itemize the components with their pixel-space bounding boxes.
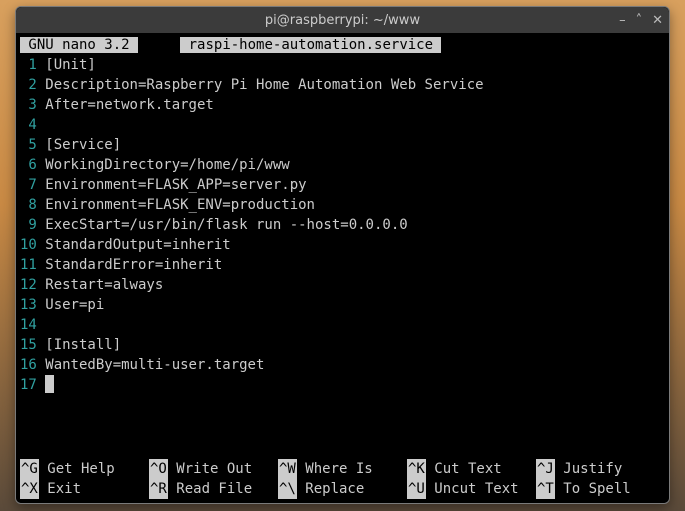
line-text[interactable]: Environment=FLASK_APP=server.py: [45, 175, 306, 195]
editor-line[interactable]: 11 StandardError=inherit: [20, 255, 665, 275]
line-text[interactable]: StandardError=inherit: [45, 255, 222, 275]
line-number: 8: [20, 195, 37, 215]
line-number: 3: [20, 95, 37, 115]
editor-line[interactable]: 16 WantedBy=multi-user.target: [20, 355, 665, 375]
help-key: ^K: [407, 459, 426, 479]
help-key: ^X: [20, 479, 39, 499]
line-text[interactable]: User=pi: [45, 295, 104, 315]
help-item[interactable]: ^U Uncut Text: [407, 479, 536, 499]
line-number: 7: [20, 175, 37, 195]
help-item[interactable]: ^X Exit: [20, 479, 149, 499]
help-label: Cut Text: [434, 459, 501, 479]
help-item[interactable]: ^K Cut Text: [407, 459, 536, 479]
help-label: Where Is: [305, 459, 372, 479]
line-number: 1: [20, 55, 37, 75]
line-number: 15: [20, 335, 37, 355]
help-label: Exit: [47, 479, 81, 499]
help-label: Replace: [305, 479, 364, 499]
line-text[interactable]: Restart=always: [45, 275, 163, 295]
line-number: 5: [20, 135, 37, 155]
line-text[interactable]: [Unit]: [45, 55, 96, 75]
help-key: ^W: [278, 459, 297, 479]
terminal-body[interactable]: GNU nano 3.2 raspi-home-automation.servi…: [16, 33, 669, 503]
line-number: 9: [20, 215, 37, 235]
editor-line[interactable]: 4: [20, 115, 665, 135]
help-label: Uncut Text: [434, 479, 518, 499]
line-text[interactable]: StandardOutput=inherit: [45, 235, 230, 255]
help-item[interactable]: ^\ Replace: [278, 479, 407, 499]
line-number: 2: [20, 75, 37, 95]
nano-header: GNU nano 3.2 raspi-home-automation.servi…: [20, 35, 665, 55]
editor-line[interactable]: 14: [20, 315, 665, 335]
line-number: 14: [20, 315, 37, 335]
help-label: Get Help: [47, 459, 114, 479]
line-number: 4: [20, 115, 37, 135]
maximize-icon[interactable]: ˄: [636, 14, 643, 27]
help-key: ^U: [407, 479, 426, 499]
help-item[interactable]: ^W Where Is: [278, 459, 407, 479]
line-number: 10: [20, 235, 37, 255]
editor-line[interactable]: 15 [Install]: [20, 335, 665, 355]
help-item[interactable]: ^J Justify: [536, 459, 665, 479]
help-key: ^T: [536, 479, 555, 499]
help-label: Justify: [563, 459, 622, 479]
help-label: Write Out: [176, 459, 252, 479]
editor-line[interactable]: 13 User=pi: [20, 295, 665, 315]
editor-line[interactable]: 5 [Service]: [20, 135, 665, 155]
line-text[interactable]: Environment=FLASK_ENV=production: [45, 195, 315, 215]
line-text[interactable]: WorkingDirectory=/home/pi/www: [45, 155, 289, 175]
editor-line[interactable]: 7 Environment=FLASK_APP=server.py: [20, 175, 665, 195]
line-number: 6: [20, 155, 37, 175]
help-key: ^J: [536, 459, 555, 479]
help-key: ^G: [20, 459, 39, 479]
line-number: 17: [20, 375, 37, 395]
editor-line[interactable]: 17: [20, 375, 665, 395]
line-number: 13: [20, 295, 37, 315]
editor-line[interactable]: 10 StandardOutput=inherit: [20, 235, 665, 255]
editor-content[interactable]: 1 [Unit] 2 Description=Raspberry Pi Home Au…: [20, 55, 665, 459]
help-key: ^\: [278, 479, 297, 499]
nano-version-label: GNU nano 3.2: [20, 37, 138, 53]
cursor: [45, 375, 53, 393]
help-key: ^R: [149, 479, 168, 499]
line-number: 16: [20, 355, 37, 375]
close-icon[interactable]: ✕: [652, 14, 663, 27]
line-text[interactable]: [Install]: [45, 335, 121, 355]
line-text[interactable]: ExecStart=/usr/bin/flask run --host=0.0.…: [45, 215, 407, 235]
window-controls: – ˄ ✕: [619, 14, 663, 27]
help-item[interactable]: ^O Write Out: [149, 459, 278, 479]
help-label: Read File: [176, 479, 252, 499]
help-item[interactable]: ^R Read File: [149, 479, 278, 499]
help-item[interactable]: ^T To Spell: [536, 479, 665, 499]
nano-filename: raspi-home-automation.service: [180, 37, 441, 53]
editor-line[interactable]: 1 [Unit]: [20, 55, 665, 75]
window-title: pi@raspberrypi: ~/www: [16, 13, 669, 28]
help-item[interactable]: ^G Get Help: [20, 459, 149, 479]
line-number: 12: [20, 275, 37, 295]
terminal-window: pi@raspberrypi: ~/www – ˄ ✕ GNU nano 3.2…: [15, 6, 670, 504]
line-text[interactable]: After=network.target: [45, 95, 214, 115]
minimize-icon[interactable]: –: [619, 14, 626, 27]
editor-line[interactable]: 8 Environment=FLASK_ENV=production: [20, 195, 665, 215]
line-text[interactable]: WantedBy=multi-user.target: [45, 355, 264, 375]
editor-line[interactable]: 9 ExecStart=/usr/bin/flask run --host=0.0…: [20, 215, 665, 235]
line-text[interactable]: Description=Raspberry Pi Home Automation…: [45, 75, 483, 95]
nano-help-bar: ^G Get Help ^O Write Out ^W Where Is ^K Cut Tex…: [20, 459, 665, 499]
line-number: 11: [20, 255, 37, 275]
line-text[interactable]: [Service]: [45, 135, 121, 155]
editor-line[interactable]: 6 WorkingDirectory=/home/pi/www: [20, 155, 665, 175]
editor-line[interactable]: 3 After=network.target: [20, 95, 665, 115]
editor-line[interactable]: 2 Description=Raspberry Pi Home Automatio…: [20, 75, 665, 95]
window-titlebar[interactable]: pi@raspberrypi: ~/www – ˄ ✕: [16, 7, 669, 33]
help-label: To Spell: [563, 479, 630, 499]
help-key: ^O: [149, 459, 168, 479]
editor-line[interactable]: 12 Restart=always: [20, 275, 665, 295]
